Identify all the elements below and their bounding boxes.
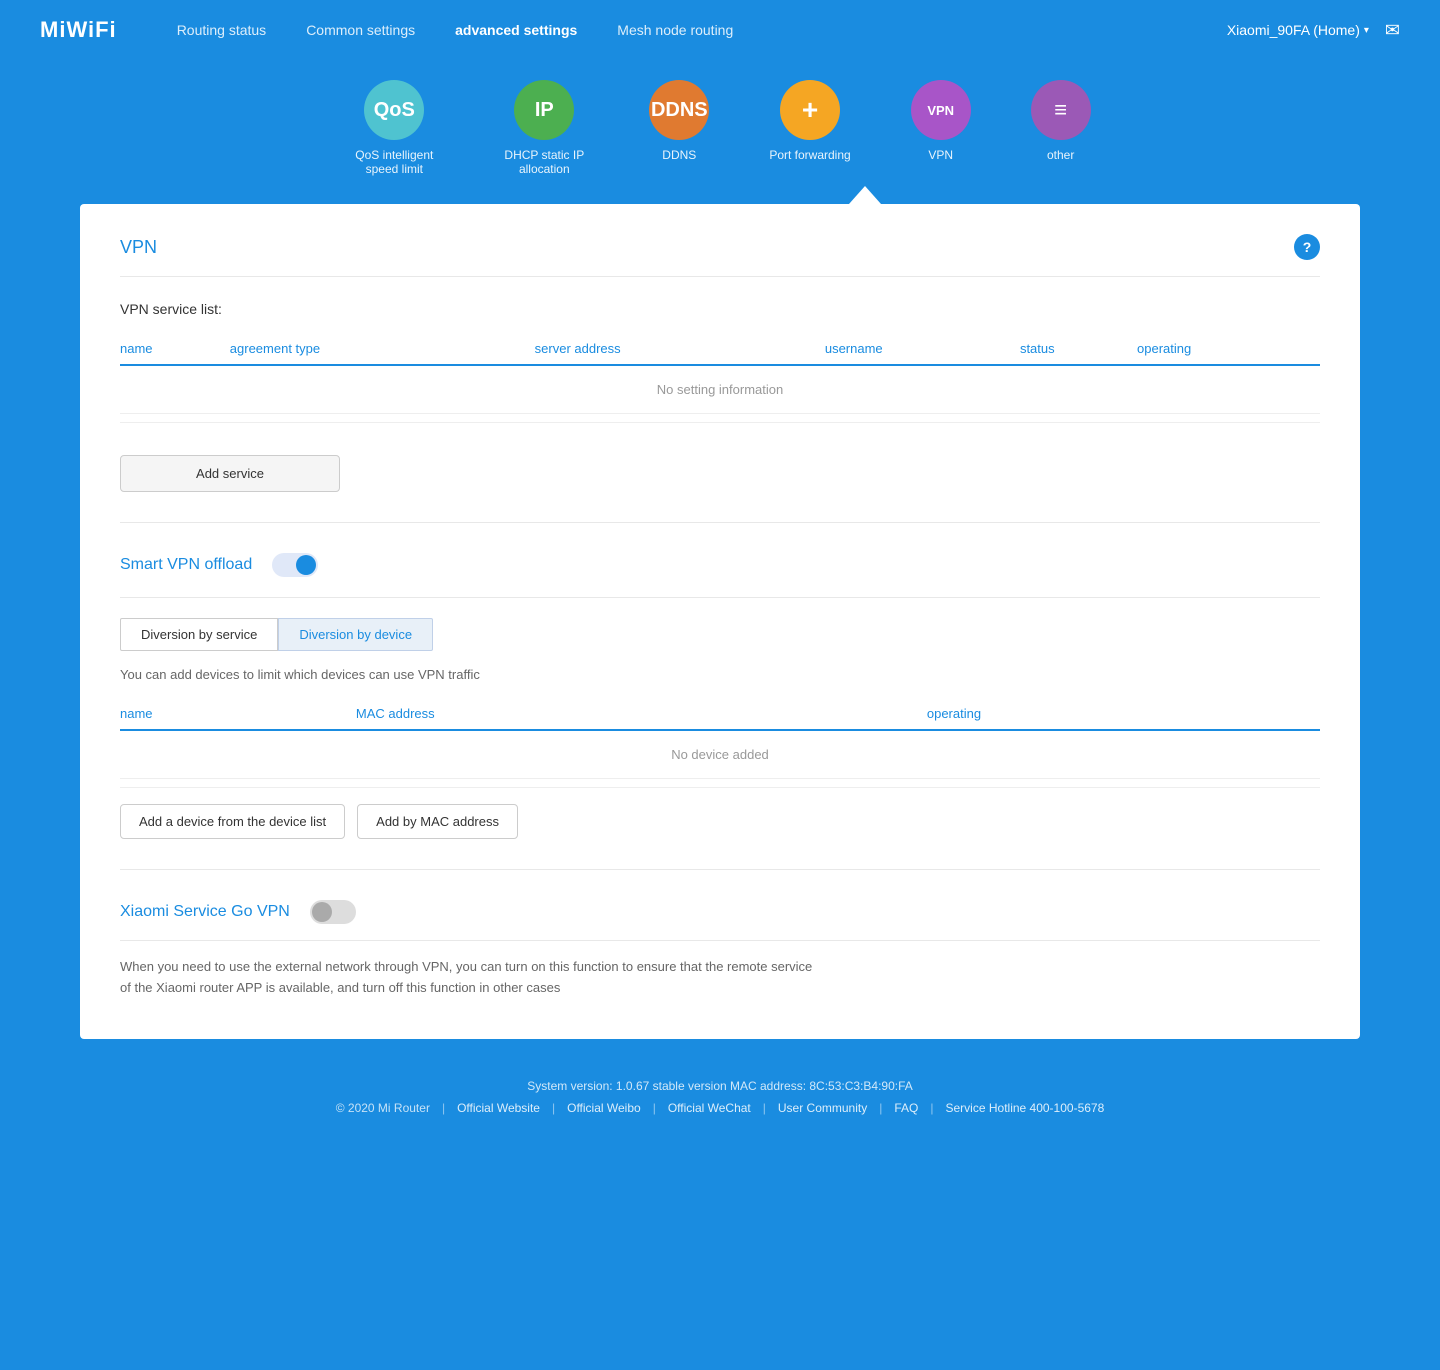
device-empty-message: No device added <box>120 730 1320 779</box>
diversion-tabs: Diversion by service Diversion by device <box>120 618 1320 651</box>
ddns-label: DDNS <box>662 148 696 162</box>
vpn-section-header: VPN ? <box>120 234 1320 277</box>
smart-vpn-toggle-thumb <box>296 555 316 575</box>
footer: System version: 1.0.67 stable version MA… <box>0 1059 1440 1125</box>
qos-icon: QoS <box>364 80 424 140</box>
xiaomi-service-toggle[interactable] <box>310 900 356 924</box>
device-col-name: name <box>120 698 356 730</box>
logo: MiWiFi <box>40 17 117 43</box>
vpn-label: VPN <box>928 148 953 162</box>
mail-icon[interactable]: ✉ <box>1385 20 1400 41</box>
tab-diversion-by-service[interactable]: Diversion by service <box>120 618 278 651</box>
pointer-row <box>0 186 1440 204</box>
nav-mesh[interactable]: Mesh node routing <box>617 22 733 38</box>
portfwd-label: Port forwarding <box>769 148 850 162</box>
vpn-service-list-label: VPN service list: <box>120 301 1320 317</box>
col-status: status <box>1020 333 1137 365</box>
device-col-mac: MAC address <box>356 698 927 730</box>
icon-item-other[interactable]: ≡ other <box>1031 80 1091 176</box>
smart-vpn-header: Smart VPN offload <box>120 553 1320 577</box>
nav-right: Xiaomi_90FA (Home) ✉ <box>1227 20 1400 41</box>
col-server: server address <box>535 333 825 365</box>
col-agreement: agreement type <box>230 333 535 365</box>
smart-vpn-toggle[interactable] <box>272 553 318 577</box>
footer-official-wechat[interactable]: Official WeChat <box>668 1101 751 1115</box>
vpn-icon: VPN <box>911 80 971 140</box>
add-device-from-list-button[interactable]: Add a device from the device list <box>120 804 345 839</box>
footer-system-info: System version: 1.0.67 stable version MA… <box>40 1079 1400 1093</box>
portfwd-icon: + <box>780 80 840 140</box>
col-username: username <box>825 333 1020 365</box>
icon-item-qos[interactable]: QoS QoS intelligent speed limit <box>349 80 439 176</box>
vpn-section-title: VPN <box>120 237 157 258</box>
top-nav: MiWiFi Routing status Common settings ad… <box>0 0 1440 60</box>
footer-official-website[interactable]: Official Website <box>457 1101 540 1115</box>
ddns-icon: DDNS <box>649 80 709 140</box>
smart-vpn-toggle-track <box>272 553 318 577</box>
footer-official-weibo[interactable]: Official Weibo <box>567 1101 641 1115</box>
xiaomi-service-header: Xiaomi Service Go VPN <box>120 900 1320 924</box>
device-table-row-empty: No device added <box>120 730 1320 779</box>
col-name: name <box>120 333 230 365</box>
nav-advanced-settings[interactable]: advanced settings <box>455 22 577 38</box>
section-divider-1 <box>120 522 1320 523</box>
tab-diversion-by-device[interactable]: Diversion by device <box>278 618 433 651</box>
other-icon: ≡ <box>1031 80 1091 140</box>
device-col-operating: operating <box>927 698 1320 730</box>
footer-links: © 2020 Mi Router | Official Website | Of… <box>40 1101 1400 1115</box>
add-service-button[interactable]: Add service <box>120 455 340 492</box>
qos-label: QoS intelligent speed limit <box>349 148 439 176</box>
icon-row: QoS QoS intelligent speed limit IP DHCP … <box>0 60 1440 186</box>
other-label: other <box>1047 148 1074 162</box>
action-buttons: Add a device from the device list Add by… <box>120 804 1320 839</box>
help-icon[interactable]: ? <box>1294 234 1320 260</box>
footer-hotline: Service Hotline 400-100-5678 <box>946 1101 1105 1115</box>
icon-item-vpn[interactable]: VPN VPN <box>911 80 971 176</box>
router-name-dropdown[interactable]: Xiaomi_90FA (Home) <box>1227 22 1369 38</box>
nav-common-settings[interactable]: Common settings <box>306 22 415 38</box>
col-operating: operating <box>1137 333 1320 365</box>
device-table: name MAC address operating No device add… <box>120 698 1320 779</box>
table-row-empty: No setting information <box>120 365 1320 414</box>
xiaomi-service-toggle-track <box>310 900 356 924</box>
nav-routing-status[interactable]: Routing status <box>177 22 267 38</box>
ip-label: DHCP static IP allocation <box>499 148 589 176</box>
xiaomi-service-toggle-thumb <box>312 902 332 922</box>
footer-copyright: © 2020 Mi Router <box>336 1101 430 1115</box>
xiaomi-service-title: Xiaomi Service Go VPN <box>120 903 290 921</box>
icon-item-ddns[interactable]: DDNS DDNS <box>649 80 709 176</box>
empty-message: No setting information <box>120 365 1320 414</box>
pointer-triangle <box>849 186 881 204</box>
ip-icon: IP <box>514 80 574 140</box>
xiaomi-service-description: When you need to use the external networ… <box>120 957 820 999</box>
smart-vpn-title: Smart VPN offload <box>120 556 252 574</box>
icon-item-portfwd[interactable]: + Port forwarding <box>769 80 850 176</box>
section-divider-2 <box>120 869 1320 870</box>
icon-item-ip[interactable]: IP DHCP static IP allocation <box>499 80 589 176</box>
vpn-service-table: name agreement type server address usern… <box>120 333 1320 414</box>
footer-user-community[interactable]: User Community <box>778 1101 867 1115</box>
footer-faq[interactable]: FAQ <box>894 1101 918 1115</box>
main-card: VPN ? VPN service list: name agreement t… <box>80 204 1360 1039</box>
tab-description: You can add devices to limit which devic… <box>120 667 1320 682</box>
add-by-mac-button[interactable]: Add by MAC address <box>357 804 518 839</box>
